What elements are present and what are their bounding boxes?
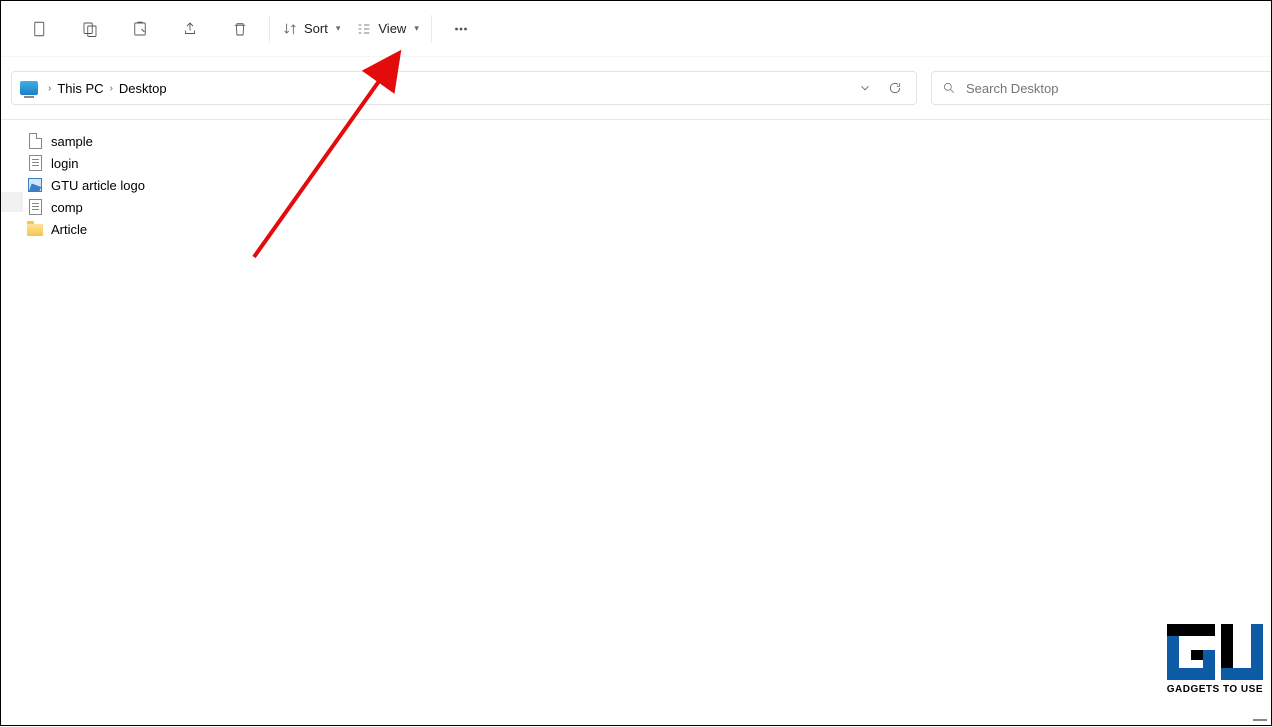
delete-button[interactable] [215,9,265,49]
selection-strip [1,192,23,212]
file-name: sample [51,134,93,149]
copy-button[interactable] [65,9,115,49]
new-item-button[interactable] [15,9,65,49]
file-item[interactable]: sample [23,130,97,152]
refresh-button[interactable] [880,73,910,103]
watermark: GADGETS TO USE [1167,624,1263,695]
paste-button[interactable] [115,9,165,49]
toolbar-divider [269,15,270,43]
toolbar-divider [431,15,432,43]
resize-grip[interactable] [1253,717,1267,721]
share-button[interactable] [165,9,215,49]
watermark-logo-icon [1167,624,1263,680]
file-item[interactable]: Article [23,218,91,240]
chevron-right-icon: › [110,83,113,94]
sort-label: Sort [304,21,328,36]
search-icon [942,81,956,95]
text-file-icon [27,155,43,171]
folder-icon [27,221,43,237]
chevron-down-icon: ▾ [336,23,341,34]
search-bar[interactable] [931,71,1271,105]
text-file-icon [27,199,43,215]
file-name: Article [51,222,87,237]
image-file-icon [27,177,43,193]
sort-menu-button[interactable]: Sort ▾ [274,9,348,49]
breadcrumb-current[interactable]: Desktop [119,81,167,96]
chevron-down-icon: ▾ [414,23,419,34]
address-bar[interactable]: › This PC › Desktop [11,71,917,105]
file-name: login [51,156,78,171]
toolbar: Sort ▾ View ▾ [1,1,1271,57]
more-options-button[interactable] [436,9,486,49]
view-menu-button[interactable]: View ▾ [348,9,426,49]
chevron-right-icon: › [48,83,51,94]
file-icon [27,133,43,149]
breadcrumb-root[interactable]: This PC [57,81,103,96]
file-name: comp [51,200,83,215]
watermark-text: GADGETS TO USE [1167,684,1263,695]
address-history-button[interactable] [850,73,880,103]
file-name: GTU article logo [51,178,145,193]
this-pc-icon [20,81,38,95]
search-input[interactable] [966,81,1261,96]
file-list-area: sample login GTU article logo comp Artic… [1,120,1271,240]
file-item[interactable]: comp [23,196,87,218]
file-item[interactable]: login [23,152,82,174]
view-label: View [378,21,406,36]
file-item[interactable]: GTU article logo [23,174,149,196]
navigation-row: › This PC › Desktop [1,57,1271,120]
